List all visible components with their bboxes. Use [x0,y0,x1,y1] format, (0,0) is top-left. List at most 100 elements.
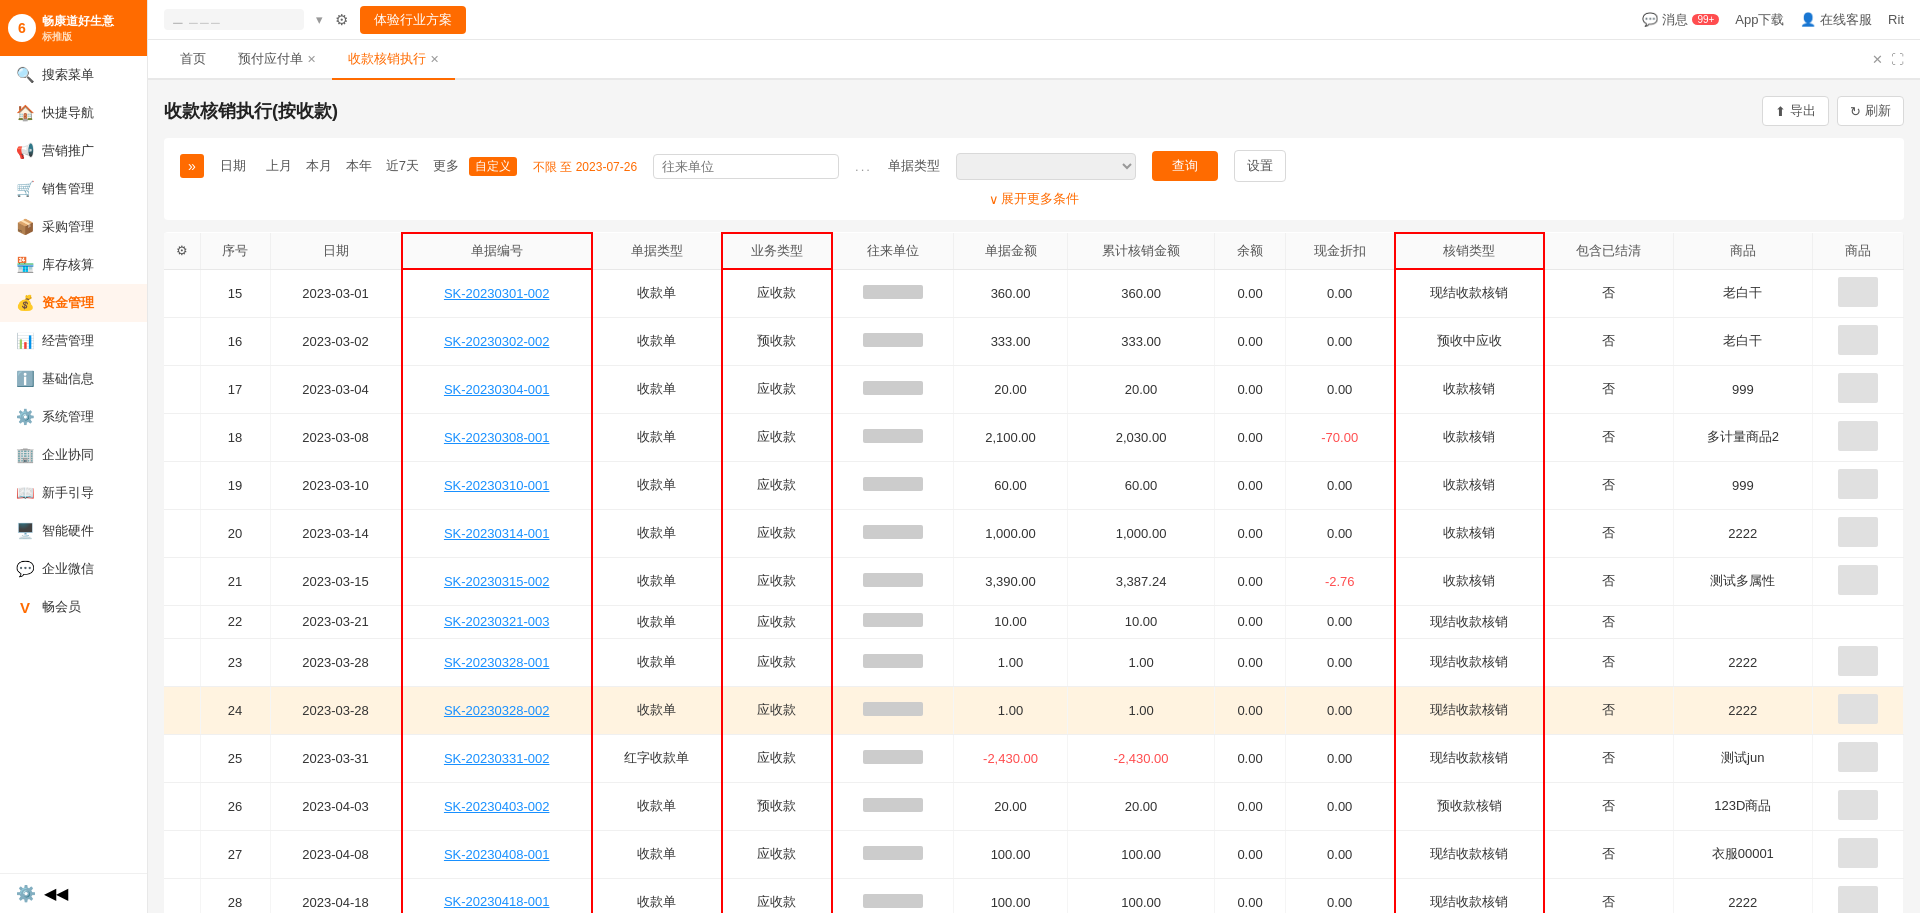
cell-bill-type: 收款单 [592,878,722,913]
sidebar-item-marketing[interactable]: 📢 营销推广 [0,132,147,170]
tab-maximize-icon[interactable]: ⛶ [1891,52,1904,67]
tab-collect[interactable]: 收款核销执行 ✕ [332,40,455,80]
bill-no-link[interactable]: SK-20230403-002 [444,799,550,814]
cell-write-off-type: 现结收款核销 [1395,638,1544,686]
cell-bill-no: SK-20230314-001 [402,509,592,557]
cell-bill-type: 收款单 [592,509,722,557]
sidebar-item-sales[interactable]: 🛒 销售管理 [0,170,147,208]
sidebar-item-company[interactable]: 🏢 企业协同 [0,436,147,474]
collapse-icon[interactable]: ◀◀ [44,884,68,903]
cell-no: 18 [200,413,270,461]
bill-no-link[interactable]: SK-20230328-001 [444,655,550,670]
tab-close-all-icon[interactable]: ✕ [1872,52,1883,67]
topbar-dropdown-arrow[interactable]: ▾ [316,12,323,27]
sidebar-item-member[interactable]: V 畅会员 [0,588,147,626]
date-custom-badge[interactable]: 自定义 [469,157,517,176]
cell-settings [164,509,200,557]
export-button[interactable]: ⬆ 导出 [1762,96,1829,126]
cell-include-cleared: 否 [1544,317,1673,365]
cell-amount: 20.00 [954,782,1067,830]
cell-balance: 0.00 [1215,830,1285,878]
bill-no-link[interactable]: SK-20230331-002 [444,751,550,766]
topbar-search-text: ⚊ [172,12,184,27]
tab-close-collect[interactable]: ✕ [430,53,439,66]
user-name[interactable]: Rit [1888,12,1904,27]
messages-icon[interactable]: 💬 消息 99+ [1642,11,1719,29]
bill-no-link[interactable]: SK-20230321-003 [444,614,550,629]
app-download-link[interactable]: App下载 [1735,11,1784,29]
settings-icon[interactable]: ⚙️ [16,884,36,903]
cell-accum-amount: 3,387.24 [1067,557,1215,605]
date-options: 上月 本月 本年 近7天 更多 自定义 [262,155,517,177]
col-product2: 商品 [1812,233,1903,269]
bill-no-link[interactable]: SK-20230314-001 [444,526,550,541]
counterparty-blurred [863,613,923,627]
cell-bill-type: 收款单 [592,605,722,638]
filter-settings-button[interactable]: 设置 [1234,150,1286,182]
sidebar-item-finance[interactable]: 💰 资金管理 [0,284,147,322]
sidebar-item-operation[interactable]: 📊 经营管理 [0,322,147,360]
sidebar-item-inventory[interactable]: 🏪 库存核算 [0,246,147,284]
bill-no-link[interactable]: SK-20230315-002 [444,574,550,589]
col-settings[interactable]: ⚙ [164,233,200,269]
sidebar-item-system[interactable]: ⚙️ 系统管理 [0,398,147,436]
cell-biz-type: 应收款 [722,461,832,509]
col-bill-type: 单据类型 [592,233,722,269]
date-option-more[interactable]: 更多 [429,155,463,177]
cell-no: 21 [200,557,270,605]
sidebar-item-search[interactable]: 🔍 搜索菜单 [0,56,147,94]
tab-close-prepay[interactable]: ✕ [307,53,316,66]
date-option-last-month[interactable]: 上月 [262,155,296,177]
cell-accum-amount: 360.00 [1067,269,1215,317]
bill-no-link[interactable]: SK-20230304-001 [444,382,550,397]
bill-no-link[interactable]: SK-20230418-001 [444,894,550,909]
sidebar-item-purchase[interactable]: 📦 采购管理 [0,208,147,246]
date-option-this-month[interactable]: 本月 [302,155,336,177]
query-button[interactable]: 查询 [1152,151,1218,181]
topbar-gear-icon[interactable]: ⚙ [335,11,348,29]
table-wrap[interactable]: ⚙ 序号 日期 单据编号 单据类型 业务类型 往来单位 单据金额 累计核销金额 … [164,232,1904,913]
col-bill-no: 单据编号 [402,233,592,269]
counterparty-input[interactable] [653,154,839,179]
member-icon: V [16,599,34,616]
bill-no-link[interactable]: SK-20230328-002 [444,703,550,718]
refresh-button[interactable]: ↻ 刷新 [1837,96,1904,126]
cell-date: 2023-03-08 [270,413,401,461]
sidebar-item-basic[interactable]: ℹ️ 基础信息 [0,360,147,398]
cell-counterparty [832,365,954,413]
sidebar-item-guide[interactable]: 📖 新手引导 [0,474,147,512]
tab-home[interactable]: 首页 [164,40,222,80]
bill-no-link[interactable]: SK-20230301-002 [444,286,550,301]
online-service-link[interactable]: 👤 在线客服 [1800,11,1872,29]
cell-bill-type: 收款单 [592,365,722,413]
cell-accum-amount: 1.00 [1067,686,1215,734]
expand-more-button[interactable]: ∨ 展开更多条件 [989,190,1079,208]
bill-no-link[interactable]: SK-20230302-002 [444,334,550,349]
industry-solution-button[interactable]: 体验行业方案 [360,6,466,34]
cell-biz-type: 应收款 [722,605,832,638]
bill-no-link[interactable]: SK-20230308-001 [444,430,550,445]
date-option-7days[interactable]: 近7天 [382,155,423,177]
guide-icon: 📖 [16,484,34,502]
cell-accum-amount: 333.00 [1067,317,1215,365]
cell-date: 2023-03-31 [270,734,401,782]
sidebar-item-quick[interactable]: 🏠 快捷导航 [0,94,147,132]
cell-balance: 0.00 [1215,878,1285,913]
inventory-icon: 🏪 [16,256,34,274]
receipt-type-select[interactable] [956,153,1136,180]
sidebar-item-wechat[interactable]: 💬 企业微信 [0,550,147,588]
cell-counterparty [832,413,954,461]
cell-date: 2023-03-14 [270,509,401,557]
bill-no-link[interactable]: SK-20230408-001 [444,847,550,862]
sidebar-item-hardware[interactable]: 🖥️ 智能硬件 [0,512,147,550]
expand-more-row: ∨ 展开更多条件 [180,190,1888,208]
cell-write-off-type: 收款核销 [1395,413,1544,461]
tab-prepay[interactable]: 预付应付单 ✕ [222,40,332,80]
filter-toggle-button[interactable]: » [180,154,204,178]
cell-accum-amount: 1,000.00 [1067,509,1215,557]
bill-no-link[interactable]: SK-20230310-001 [444,478,550,493]
topbar-search[interactable]: ⚊ ⚊⚊⚊ [164,9,304,30]
date-option-this-year[interactable]: 本年 [342,155,376,177]
cell-bill-no: SK-20230301-002 [402,269,592,317]
counterparty-dots[interactable]: ... [855,159,872,174]
